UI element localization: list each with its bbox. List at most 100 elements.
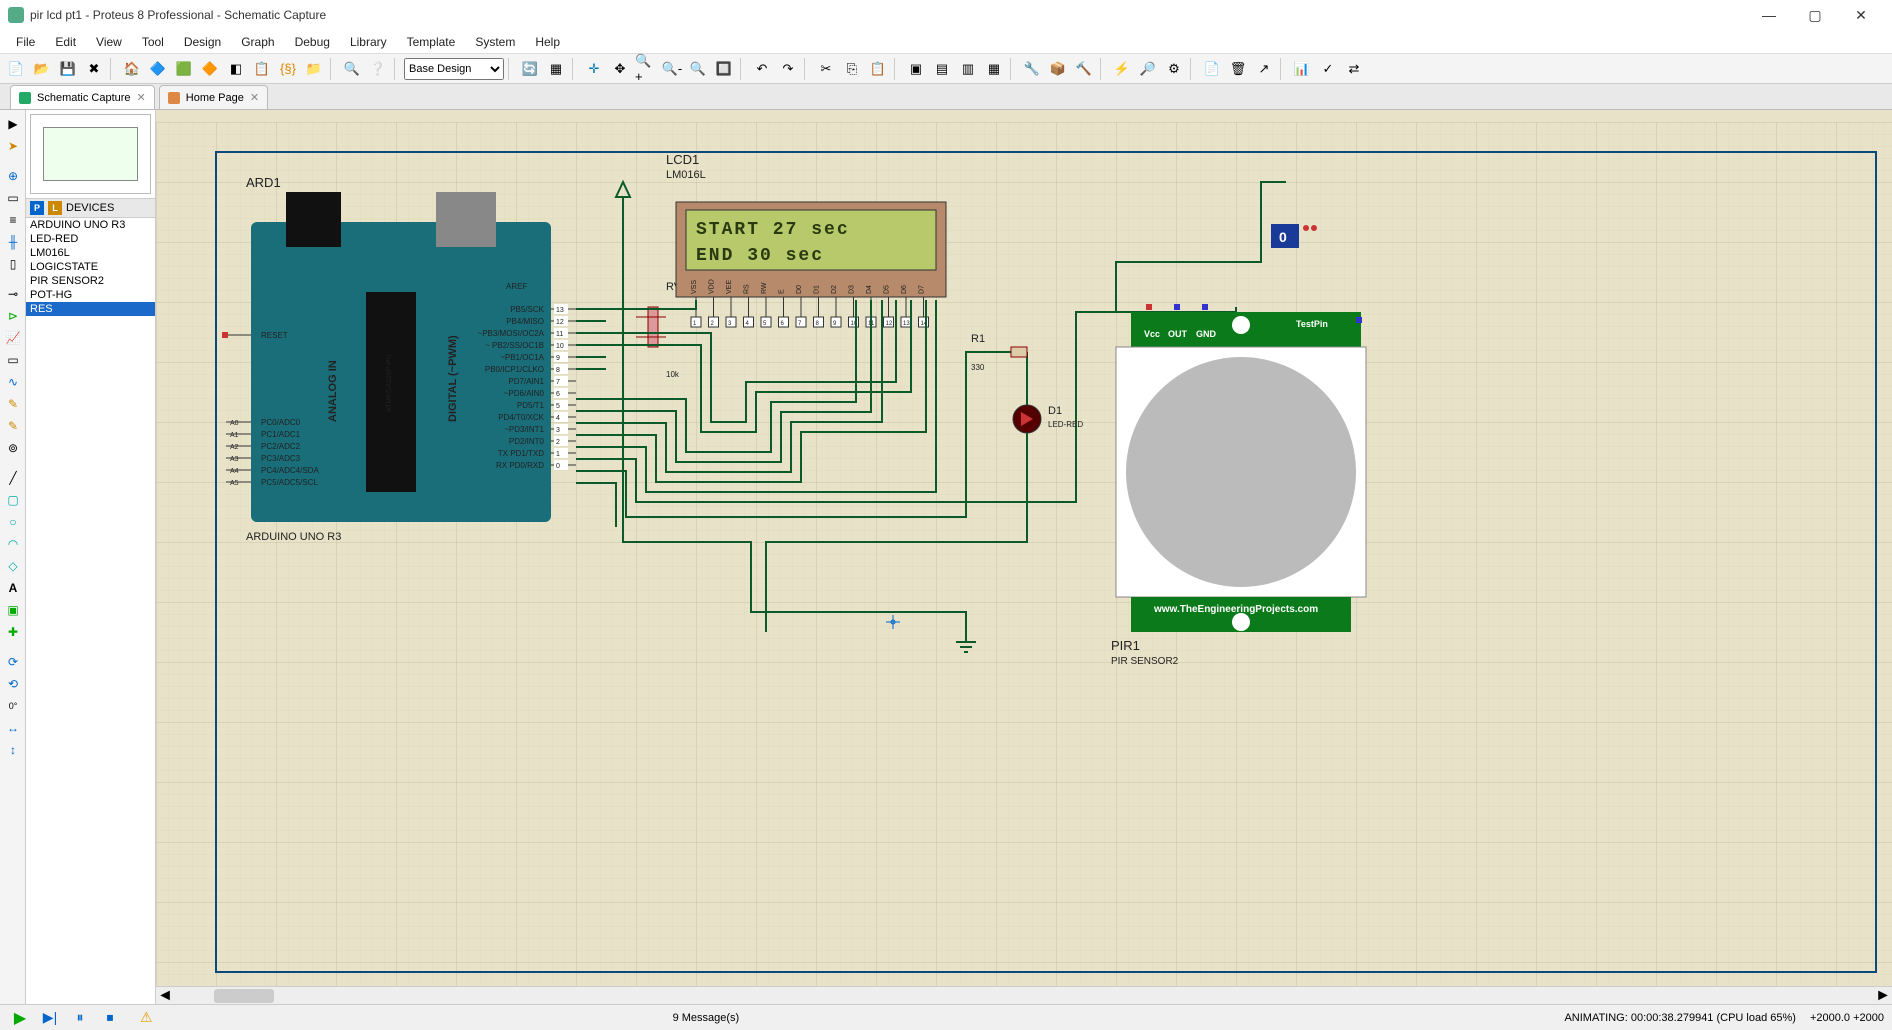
selection-mode-icon[interactable]: ▶ <box>2 114 24 134</box>
explorer-icon[interactable]: 📁 <box>302 57 326 81</box>
search-icon[interactable]: 🔍 <box>340 57 364 81</box>
devices-list[interactable]: ARDUINO UNO R3LED-REDLM016LLOGICSTATEPIR… <box>26 218 155 1004</box>
grid-icon[interactable]: ▦ <box>544 57 568 81</box>
search-part-icon[interactable]: 🔎 <box>1136 57 1160 81</box>
terminal-icon[interactable]: ⊸ <box>2 284 24 304</box>
menu-help[interactable]: Help <box>525 32 570 52</box>
stop-button[interactable]: ⏹ <box>98 1008 122 1028</box>
exit-sheet-icon[interactable]: ↗ <box>1252 57 1276 81</box>
component-mode-icon[interactable]: ➤ <box>2 136 24 156</box>
new-icon[interactable]: 📄 <box>4 57 28 81</box>
save-icon[interactable]: 💾 <box>56 57 80 81</box>
device-pin-icon[interactable]: ⊳ <box>2 306 24 326</box>
del-sheet-icon[interactable]: 🗑 <box>1226 57 1250 81</box>
bus-icon[interactable]: ╫ <box>2 232 24 252</box>
mirror-v-icon[interactable]: ↕ <box>2 740 24 760</box>
gerber-icon[interactable]: ◧ <box>224 57 248 81</box>
box-2d-icon[interactable]: ▢ <box>2 490 24 510</box>
menu-system[interactable]: System <box>465 32 525 52</box>
close-tab-icon[interactable]: ✕ <box>137 91 146 104</box>
redo-icon[interactable]: ↷ <box>776 57 800 81</box>
minimize-button[interactable]: — <box>1746 0 1792 30</box>
text-2d-icon[interactable]: A <box>2 578 24 598</box>
3d-icon[interactable]: 🔶 <box>198 57 222 81</box>
overview-preview[interactable] <box>30 114 151 194</box>
arduino-component[interactable]: ARD1 RESET AREF ANALOG IN DIGITAL (~PWM)… <box>222 175 576 543</box>
mirror-h-icon[interactable]: ↔ <box>2 718 24 738</box>
symbol-2d-icon[interactable]: ▣ <box>2 600 24 620</box>
zoom-out-icon[interactable]: 🔍- <box>660 57 684 81</box>
block-rotate-icon[interactable]: ▥ <box>956 57 980 81</box>
bom-report-icon[interactable]: 📊 <box>1290 57 1314 81</box>
bom-icon[interactable]: 📋 <box>250 57 274 81</box>
code-icon[interactable]: {§} <box>276 57 300 81</box>
close-project-icon[interactable]: ✖ <box>82 57 106 81</box>
new-sheet-icon[interactable]: 📄 <box>1200 57 1224 81</box>
menu-library[interactable]: Library <box>340 32 397 52</box>
design-variant-select[interactable]: Base Design <box>404 58 504 80</box>
block-copy-icon[interactable]: ▣ <box>904 57 928 81</box>
generator-icon[interactable]: ∿ <box>2 372 24 392</box>
menu-file[interactable]: File <box>6 32 45 52</box>
refresh-icon[interactable]: 🔄 <box>518 57 542 81</box>
pick-icon[interactable]: 🔧 <box>1020 57 1044 81</box>
device-item[interactable]: ARDUINO UNO R3 <box>26 218 155 232</box>
menu-edit[interactable]: Edit <box>45 32 86 52</box>
zoom-all-icon[interactable]: 🔍 <box>686 57 710 81</box>
tape-icon[interactable]: ▭ <box>2 350 24 370</box>
step-button[interactable]: ▶| <box>38 1008 62 1028</box>
probe-v-icon[interactable]: ✎ <box>2 394 24 414</box>
package-icon[interactable]: 📦 <box>1046 57 1070 81</box>
netlist-icon[interactable]: ⇄ <box>1342 57 1366 81</box>
library-device-icon[interactable]: L <box>48 201 62 215</box>
home-icon[interactable]: 🏠 <box>120 57 144 81</box>
device-item[interactable]: LM016L <box>26 246 155 260</box>
text-script-icon[interactable]: ≡ <box>2 210 24 230</box>
decompose-icon[interactable]: 🔨 <box>1072 57 1096 81</box>
rotate-cw-icon[interactable]: ⟳ <box>2 652 24 672</box>
menu-design[interactable]: Design <box>174 32 231 52</box>
rotate-ccw-icon[interactable]: ⟲ <box>2 674 24 694</box>
pir-sensor-component[interactable]: Vcc OUT GND TestPin www.TheEngineeringPr… <box>1111 304 1366 667</box>
tab-home-page[interactable]: Home Page ✕ <box>159 85 268 109</box>
menu-view[interactable]: View <box>86 32 132 52</box>
play-button[interactable]: ▶ <box>8 1008 32 1028</box>
junction-icon[interactable]: ⊕ <box>2 166 24 186</box>
cut-icon[interactable]: ✂ <box>814 57 838 81</box>
help-icon[interactable]: ❔ <box>366 57 390 81</box>
paste-icon[interactable]: 📋 <box>866 57 890 81</box>
subcircuit-icon[interactable]: ▯ <box>2 254 24 274</box>
instrument-icon[interactable]: ⊚ <box>2 438 24 458</box>
property-icon[interactable]: ⚙ <box>1162 57 1186 81</box>
block-delete-icon[interactable]: ▦ <box>982 57 1006 81</box>
graph-icon[interactable]: 📈 <box>2 328 24 348</box>
tab-schematic-capture[interactable]: Schematic Capture ✕ <box>10 85 155 109</box>
wire-autoroute-icon[interactable]: ⚡ <box>1110 57 1134 81</box>
close-button[interactable]: ✕ <box>1838 0 1884 30</box>
erc-icon[interactable]: ✓ <box>1316 57 1340 81</box>
arc-2d-icon[interactable]: ◠ <box>2 534 24 554</box>
device-item[interactable]: RES <box>26 302 155 316</box>
maximize-button[interactable]: ▢ <box>1792 0 1838 30</box>
path-2d-icon[interactable]: ◇ <box>2 556 24 576</box>
close-tab-icon[interactable]: ✕ <box>250 91 259 104</box>
undo-icon[interactable]: ↶ <box>750 57 774 81</box>
schematic-icon[interactable]: 🔷 <box>146 57 170 81</box>
zoom-in-icon[interactable]: 🔍+ <box>634 57 658 81</box>
circle-2d-icon[interactable]: ○ <box>2 512 24 532</box>
probe-i-icon[interactable]: ✎ <box>2 416 24 436</box>
pick-device-icon[interactable]: P <box>30 201 44 215</box>
open-icon[interactable]: 📂 <box>30 57 54 81</box>
schematic-canvas[interactable]: ARD1 RESET AREF ANALOG IN DIGITAL (~PWM)… <box>156 110 1892 1004</box>
origin-icon[interactable]: ✛ <box>582 57 606 81</box>
pan-icon[interactable]: ✥ <box>608 57 632 81</box>
device-item[interactable]: POT-HG <box>26 288 155 302</box>
marker-icon[interactable]: ✚ <box>2 622 24 642</box>
copy-icon[interactable]: ⎘ <box>840 57 864 81</box>
menu-debug[interactable]: Debug <box>285 32 340 52</box>
pause-button[interactable]: ⏸ <box>68 1008 92 1028</box>
menu-template[interactable]: Template <box>397 32 466 52</box>
menu-graph[interactable]: Graph <box>231 32 284 52</box>
label-icon[interactable]: ▭ <box>2 188 24 208</box>
messages-label[interactable]: 9 Message(s) <box>673 1012 740 1024</box>
